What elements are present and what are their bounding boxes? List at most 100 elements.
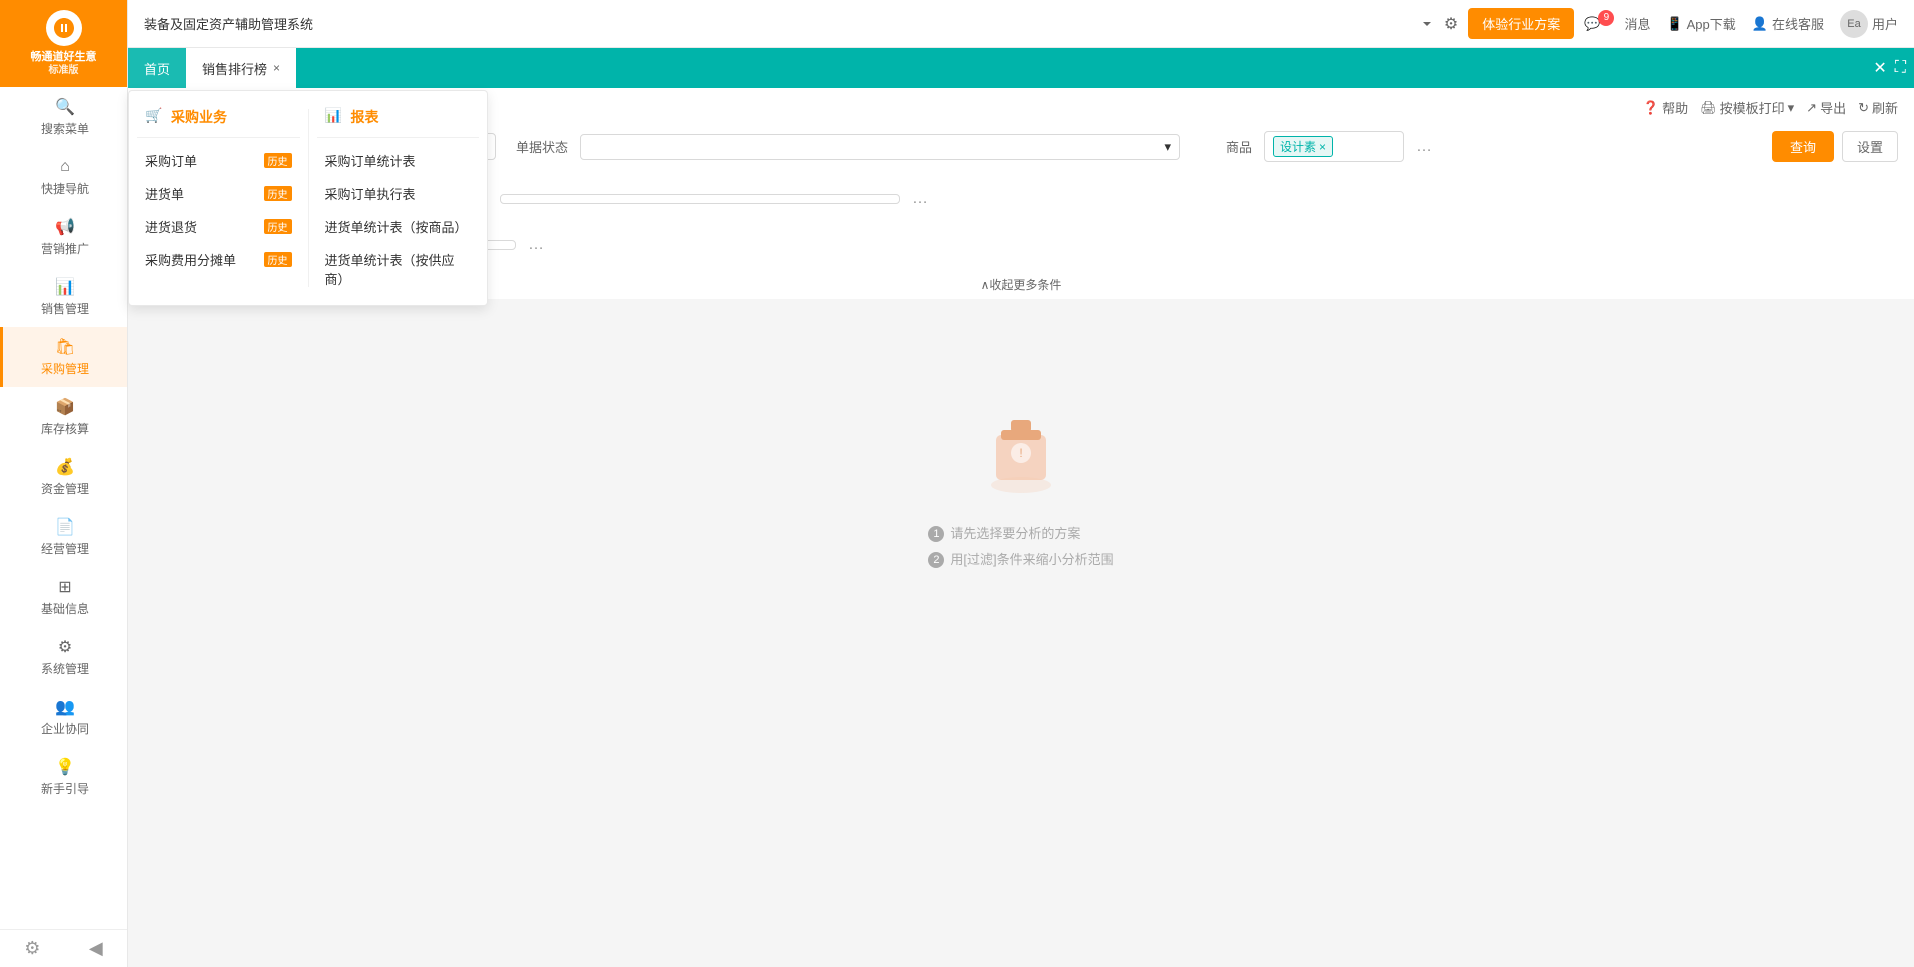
dropdown-item-inbound[interactable]: 进货单 历史	[137, 177, 300, 210]
query-btn[interactable]: 查询	[1772, 131, 1834, 162]
empty-icon: !	[971, 405, 1071, 505]
dropdown-item-po-stat-label: 采购订单统计表	[325, 151, 416, 170]
tab-sales-ranking-label: 销售排行榜	[202, 59, 267, 78]
home-icon: ⌂	[55, 157, 75, 177]
dropdown-item-goods-stat-label: 进货单统计表（按商品）	[325, 217, 468, 236]
gear-icon[interactable]: ⚙	[1444, 14, 1458, 34]
dropdown-col1-title: 采购业务	[171, 107, 227, 127]
sidebar-item-企业协同[interactable]: 👥 企业协同	[0, 687, 127, 747]
dropdown-item-po-label: 采购订单	[145, 151, 197, 170]
service-icon: 👤	[1752, 16, 1768, 32]
sidebar-item-经营管理[interactable]: 📄 经营管理	[0, 507, 127, 567]
avatar-text: Ea	[1847, 18, 1860, 30]
app-download-item[interactable]: 📱 App下载	[1666, 14, 1735, 33]
maximize-icon[interactable]: ⛶	[1895, 59, 1906, 77]
purchase-icon: 🛒	[145, 107, 165, 127]
dropdown-item-return[interactable]: 进货退货 历史	[137, 210, 300, 243]
report-icon: 📊	[325, 107, 345, 127]
online-service-item[interactable]: 👤 在线客服	[1752, 14, 1824, 33]
refresh-icon: ↻	[1858, 100, 1869, 116]
shopping-bag-icon: 🛍	[55, 337, 75, 357]
tip1-text: 请先选择要分析的方案	[950, 521, 1080, 547]
logo-sub: 标准版	[31, 64, 97, 77]
dropdown-item-po[interactable]: 采购订单 历史	[137, 144, 300, 177]
sidebar-item-资金管理[interactable]: 💰 资金管理	[0, 447, 127, 507]
print-btn[interactable]: 🖨 按模板打印 ▾	[1700, 98, 1794, 117]
sidebar-nav: 🔍 搜索菜单 ⌂ 快捷导航 📢 营销推广 📊 销售管理 🛍 采购管理 📦 库存核…	[0, 87, 127, 929]
dropdown-item-return-label: 进货退货	[145, 217, 197, 236]
goods-more[interactable]: …	[1416, 138, 1432, 156]
bar-chart-icon: 📊	[55, 277, 75, 297]
goods-tag-close[interactable]: ×	[1319, 140, 1326, 154]
collapse-icon[interactable]: ◀	[89, 938, 103, 959]
sidebar-item-新手引导[interactable]: 💡 新手引导	[0, 747, 127, 807]
industry-btn[interactable]: 体验行业方案	[1468, 8, 1574, 39]
search-icon: 🔍	[55, 97, 75, 117]
refresh-btn[interactable]: ↻ 刷新	[1858, 98, 1898, 117]
user-label: 用户	[1872, 14, 1898, 33]
history-badge-po: 历史	[264, 153, 292, 168]
empty-tips: 1 请先选择要分析的方案 2 用[过滤]条件来缩小分析范围	[928, 521, 1113, 573]
megaphone-icon: 📢	[55, 217, 75, 237]
collapse-label: 收起更多条件	[989, 276, 1061, 293]
dropdown-menu: 🛒 采购业务 采购订单 历史 进货单 历史 进货退货 历史 采购费用分摊单	[128, 90, 488, 306]
sidebar-item-采购管理[interactable]: 🛍 采购管理	[0, 327, 127, 387]
box-icon: 📦	[55, 397, 75, 417]
dropdown-item-po-exec[interactable]: 采购订单执行表	[317, 177, 480, 210]
dropdown-item-supplier-stat-label: 进货单统计表（按供应商）	[325, 250, 472, 288]
avatar: Ea	[1840, 10, 1868, 38]
sidebar-item-系统管理[interactable]: ⚙ 系统管理	[0, 627, 127, 687]
tab-sales-ranking[interactable]: 销售排行榜 ×	[186, 48, 296, 88]
sidebar-item-基础信息[interactable]: ⊞ 基础信息	[0, 567, 127, 627]
logo-icon	[46, 10, 82, 46]
staff-input[interactable]	[500, 194, 900, 204]
goods-tag[interactable]: 设计素 ×	[1273, 136, 1333, 157]
sidebar-item-营销推广[interactable]: 📢 营销推广	[0, 207, 127, 267]
system-title-dropdown[interactable]	[1420, 17, 1434, 31]
top-bar-right: 💬 9 消息 📱 App下载 👤 在线客服 Ea	[1584, 10, 1898, 38]
tab-home[interactable]: 首页	[128, 48, 186, 88]
tip1-num: 1	[928, 526, 944, 542]
sidebar-item-快捷导航[interactable]: ⌂ 快捷导航	[0, 147, 127, 207]
settings-icon[interactable]: ⚙	[24, 938, 40, 959]
dropdown-item-po-stat[interactable]: 采购订单统计表	[317, 144, 480, 177]
help-btn[interactable]: ❓ 帮助	[1643, 98, 1688, 117]
message-badge: 9	[1598, 10, 1614, 26]
tip2-text: 用[过滤]条件来缩小分析范围	[950, 547, 1113, 573]
status-select[interactable]: ▾	[580, 134, 1180, 160]
export-icon: ↗	[1806, 100, 1817, 116]
goods-input[interactable]: 设计素 ×	[1264, 131, 1404, 162]
goods-label: 商品	[1192, 137, 1252, 156]
tab-close-icon[interactable]: ×	[273, 61, 280, 75]
filter-actions: 查询 设置	[1772, 131, 1898, 162]
help-icon: ❓	[1643, 100, 1659, 116]
customer-more[interactable]: …	[528, 236, 544, 254]
dropdown-col-purchase: 🛒 采购业务 采购订单 历史 进货单 历史 进货退货 历史 采购费用分摊单	[129, 101, 308, 295]
user-item[interactable]: Ea 用户	[1840, 10, 1898, 38]
sidebar: 畅通道好生意 标准版 🔍 搜索菜单 ⌂ 快捷导航 📢 营销推广 📊 销售管理 🛍…	[0, 0, 128, 967]
dropdown-col1-header: 🛒 采购业务	[137, 101, 300, 138]
staff-more[interactable]: …	[912, 190, 928, 208]
goods-tag-label: 设计素	[1280, 138, 1316, 155]
sidebar-item-搜索菜单[interactable]: 🔍 搜索菜单	[0, 87, 127, 147]
tip2-num: 2	[928, 552, 944, 568]
close-window-icon[interactable]: ✕	[1873, 58, 1886, 78]
sidebar-item-销售管理[interactable]: 📊 销售管理	[0, 267, 127, 327]
dropdown-item-po-exec-label: 采购订单执行表	[325, 184, 416, 203]
app-download-label: App下载	[1687, 14, 1736, 33]
dropdown-col2-header: 📊 报表	[317, 101, 480, 138]
dropdown-item-cost[interactable]: 采购费用分摊单 历史	[137, 243, 300, 276]
dropdown-item-cost-label: 采购费用分摊单	[145, 250, 236, 269]
settings-btn[interactable]: 设置	[1842, 131, 1898, 162]
sidebar-item-库存核算[interactable]: 📦 库存核算	[0, 387, 127, 447]
sidebar-footer: ⚙ ◀	[0, 929, 127, 967]
export-btn[interactable]: ↗ 导出	[1806, 98, 1846, 117]
lightbulb-icon: 💡	[55, 757, 75, 777]
dropdown-item-goods-stat[interactable]: 进货单统计表（按商品）	[317, 210, 480, 243]
dollar-icon: 💰	[55, 457, 75, 477]
dropdown-item-supplier-stat[interactable]: 进货单统计表（按供应商）	[317, 243, 480, 295]
message-item[interactable]: 💬 9 消息	[1584, 14, 1650, 33]
tab-home-label: 首页	[144, 59, 170, 78]
grid-icon: ⊞	[55, 577, 75, 597]
tab-bar-actions: ✕ ⛶	[1873, 58, 1914, 78]
